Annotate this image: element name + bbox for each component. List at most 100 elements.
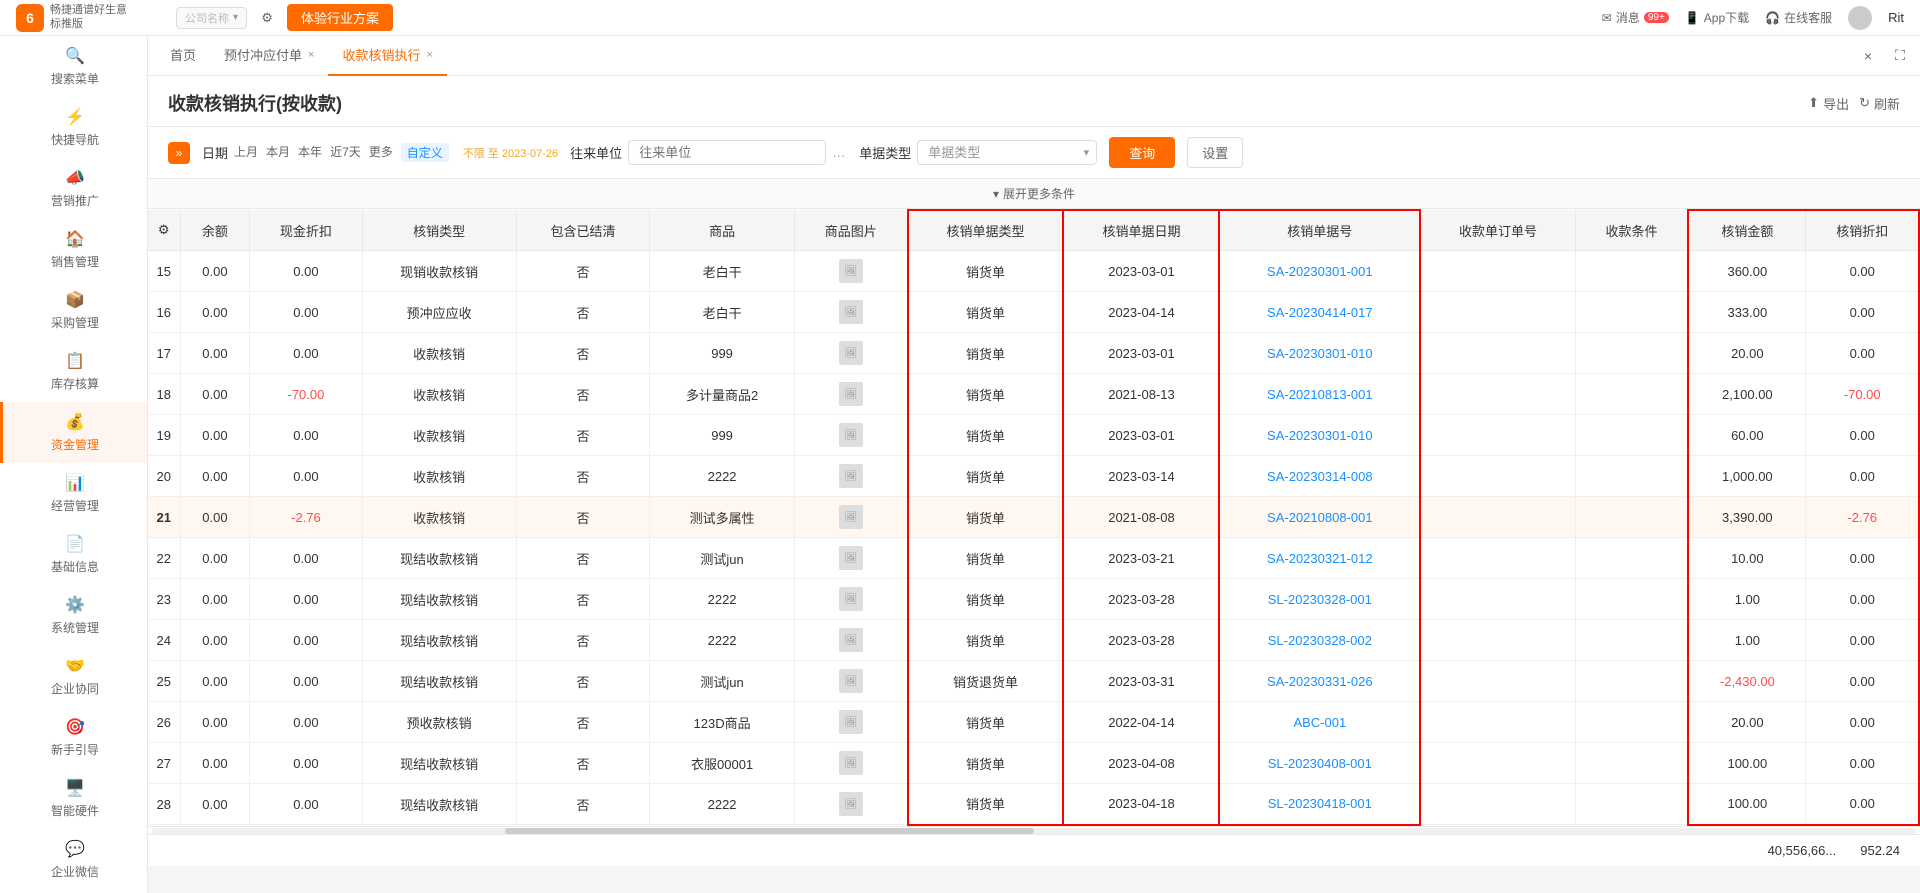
company-selector[interactable]: 公司名称 ▾ [176, 7, 247, 29]
sidebar-item-wechat[interactable]: 💬 企业微信 [0, 829, 147, 890]
sidebar-item-purchase[interactable]: 📦 采购管理 [0, 280, 147, 341]
td-include-settled: 否 [516, 702, 649, 743]
bill-no-link[interactable]: SA-20230301-001 [1267, 264, 1373, 279]
td-bill-no[interactable]: SA-20210808-001 [1219, 497, 1420, 538]
td-bill-no[interactable]: ABC-001 [1219, 702, 1420, 743]
td-bill-no[interactable]: SA-20230331-026 [1219, 661, 1420, 702]
sidebar-item-hardware[interactable]: 🖥️ 智能硬件 [0, 768, 147, 829]
trial-button[interactable]: 体验行业方案 [287, 4, 393, 31]
bill-no-link[interactable]: SA-20210813-001 [1267, 387, 1373, 402]
td-bill-type: 销货退货单 [908, 661, 1064, 702]
bill-type-select[interactable]: 单据类型 [917, 140, 1097, 165]
refresh-button[interactable]: ↻ 刷新 [1859, 94, 1900, 113]
tab-verify-close[interactable]: × [426, 49, 432, 61]
messages-button[interactable]: ✉ 消息 99+ [1602, 9, 1669, 26]
td-verify-type: 现结收款核销 [362, 620, 516, 661]
bill-no-link[interactable]: SL-20230328-001 [1268, 592, 1372, 607]
date-prev-month[interactable]: 上月 [234, 143, 258, 162]
sidebar-item-collab[interactable]: 🤝 企业协同 [0, 646, 147, 707]
chevron-down-icon: ▾ [993, 187, 999, 201]
query-button[interactable]: 查询 [1109, 137, 1175, 168]
online-service-button[interactable]: 🎧 在线客服 [1765, 9, 1832, 26]
td-cash-discount: -70.00 [250, 374, 362, 415]
avatar[interactable] [1848, 6, 1872, 30]
table-row: 16 0.00 0.00 预冲应应收 否 老白干 🖼 销货单 2023-04-1… [148, 292, 1919, 333]
date-7days[interactable]: 近7天 [330, 143, 361, 162]
th-verify-discount: 核销折扣 [1806, 210, 1919, 251]
bill-no-link[interactable]: SL-20230328-002 [1268, 633, 1372, 648]
logo-area: 6 畅捷通谱好生意 标推版 [16, 4, 164, 32]
td-include-settled: 否 [516, 784, 649, 825]
tab-prepay[interactable]: 预付冲应付单 × [210, 36, 328, 76]
bill-no-link[interactable]: SL-20230408-001 [1268, 756, 1372, 771]
expand-filter-button[interactable]: » [168, 142, 190, 164]
tab-home[interactable]: 首页 [156, 36, 210, 76]
table-row: 28 0.00 0.00 现结收款核销 否 2222 🖼 销货单 2023-04… [148, 784, 1919, 825]
expand-more-bar[interactable]: ▾ 展开更多条件 [148, 179, 1920, 209]
td-bill-no[interactable]: SL-20230328-002 [1219, 620, 1420, 661]
bill-no-link[interactable]: SA-20230321-012 [1267, 551, 1373, 566]
th-settings[interactable]: ⚙ [148, 210, 180, 251]
bill-no-link[interactable]: SA-20210808-001 [1267, 510, 1373, 525]
td-bill-no[interactable]: SA-20210813-001 [1219, 374, 1420, 415]
td-id: 23 [148, 579, 180, 620]
td-product: 999 [650, 333, 795, 374]
td-bill-no[interactable]: SL-20230408-001 [1219, 743, 1420, 784]
sidebar-item-guide[interactable]: 🎯 新手引导 [0, 707, 147, 768]
scrollbar-thumb[interactable] [505, 828, 1034, 834]
date-more[interactable]: 更多 [369, 143, 393, 162]
tab-close-all[interactable]: × [1856, 44, 1880, 68]
sidebar-item-basics[interactable]: 📄 基础信息 [0, 524, 147, 585]
td-receipt-condition [1575, 743, 1688, 784]
td-receipt-condition [1575, 620, 1688, 661]
export-icon: ⬆ [1808, 95, 1819, 111]
sidebar-item-marketing[interactable]: 📣 营销推广 [0, 158, 147, 219]
bill-no-link[interactable]: ABC-001 [1293, 715, 1346, 730]
settings-icon[interactable]: ⚙ [255, 6, 279, 30]
td-bill-no[interactable]: SL-20230328-001 [1219, 579, 1420, 620]
top-bar-right: ✉ 消息 99+ 📱 App下载 🎧 在线客服 Rit [1602, 6, 1904, 30]
td-bill-no[interactable]: SA-20230414-017 [1219, 292, 1420, 333]
td-bill-no[interactable]: SA-20230301-010 [1219, 415, 1420, 456]
td-bill-no[interactable]: SA-20230314-008 [1219, 456, 1420, 497]
bill-no-link[interactable]: SA-20230301-010 [1267, 428, 1373, 443]
td-bill-type: 销货单 [908, 497, 1064, 538]
td-bill-date: 2023-03-14 [1063, 456, 1219, 497]
export-button[interactable]: ⬆ 导出 [1808, 94, 1849, 113]
sidebar-item-inventory[interactable]: 📋 库存核算 [0, 341, 147, 402]
date-custom[interactable]: 自定义 [401, 143, 449, 162]
td-include-settled: 否 [516, 251, 649, 292]
tab-expand[interactable]: ⛶ [1888, 44, 1912, 68]
hardware-icon: 🖥️ [65, 778, 85, 798]
td-receipt-order-no [1420, 292, 1575, 333]
sidebar-item-nav[interactable]: ⚡ 快捷导航 [0, 97, 147, 158]
date-this-month[interactable]: 本月 [266, 143, 290, 162]
date-this-year[interactable]: 本年 [298, 143, 322, 162]
tab-prepay-close[interactable]: × [308, 49, 314, 61]
system-icon: ⚙️ [65, 595, 85, 615]
sidebar-item-system[interactable]: ⚙️ 系统管理 [0, 585, 147, 646]
td-bill-no[interactable]: SA-20230301-010 [1219, 333, 1420, 374]
td-receipt-order-no [1420, 497, 1575, 538]
sidebar-item-search[interactable]: 🔍 搜索菜单 [0, 36, 147, 97]
td-bill-date: 2023-03-01 [1063, 415, 1219, 456]
td-receipt-order-no [1420, 538, 1575, 579]
tab-verify[interactable]: 收款核销执行 × [328, 36, 446, 76]
bill-no-link[interactable]: SA-20230414-017 [1267, 305, 1373, 320]
td-product-image: 🖼 [795, 743, 908, 784]
td-product-image: 🖼 [795, 538, 908, 579]
sidebar-item-finance[interactable]: 💰 资金管理 [0, 402, 147, 463]
td-bill-no[interactable]: SA-20230301-001 [1219, 251, 1420, 292]
settings-button[interactable]: 设置 [1187, 137, 1243, 168]
bill-no-link[interactable]: SA-20230314-008 [1267, 469, 1373, 484]
bill-no-link[interactable]: SA-20230301-010 [1267, 346, 1373, 361]
partner-input[interactable] [628, 140, 826, 165]
td-bill-no[interactable]: SL-20230418-001 [1219, 784, 1420, 825]
bill-no-link[interactable]: SA-20230331-026 [1267, 674, 1373, 689]
sidebar-item-sales[interactable]: 🏠 销售管理 [0, 219, 147, 280]
sidebar-item-management[interactable]: 📊 经营管理 [0, 463, 147, 524]
bill-no-link[interactable]: SL-20230418-001 [1268, 796, 1372, 811]
app-download-button[interactable]: 📱 App下载 [1685, 9, 1749, 26]
page-title: 收款核销执行(按收款) [168, 90, 342, 116]
td-bill-no[interactable]: SA-20230321-012 [1219, 538, 1420, 579]
